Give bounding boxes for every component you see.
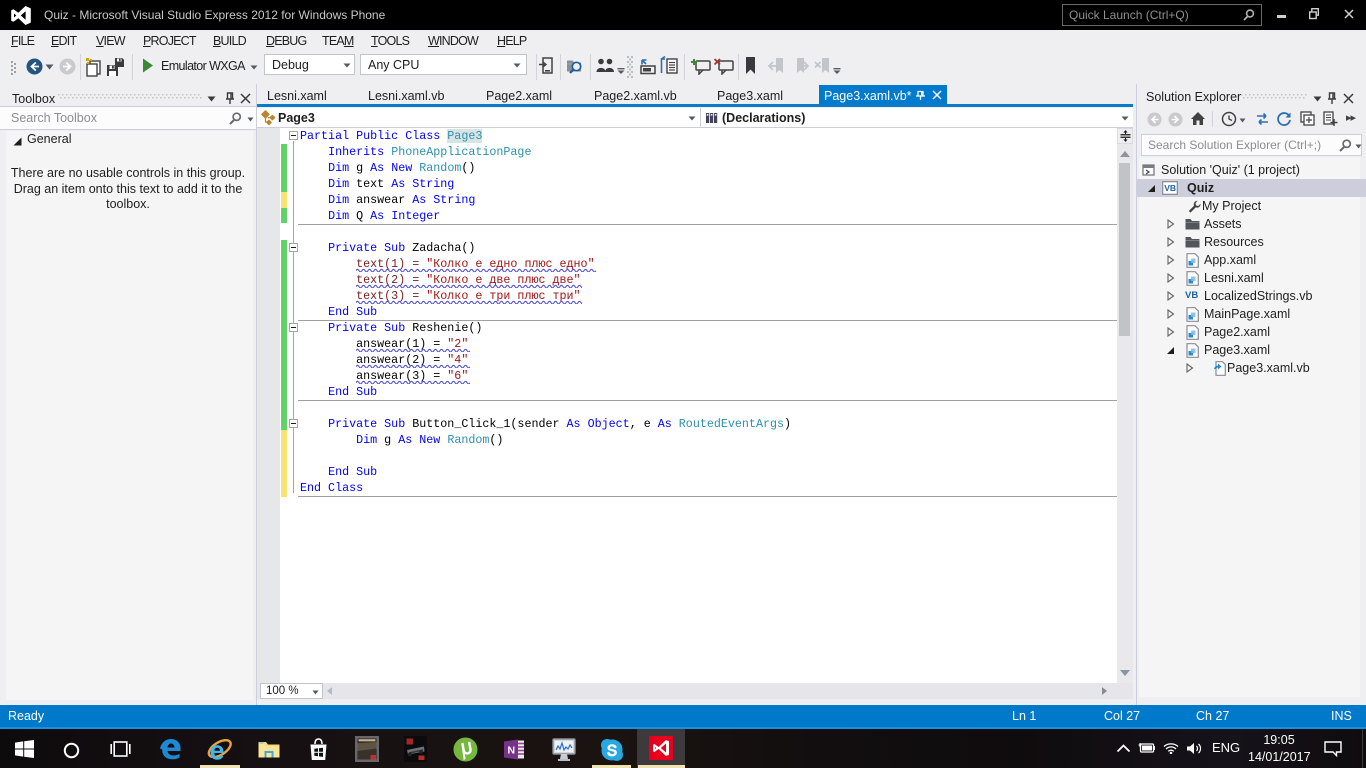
svg-text:N: N — [508, 745, 516, 757]
svg-text:VB: VB — [1164, 183, 1176, 193]
svg-text:e: e — [210, 737, 225, 762]
